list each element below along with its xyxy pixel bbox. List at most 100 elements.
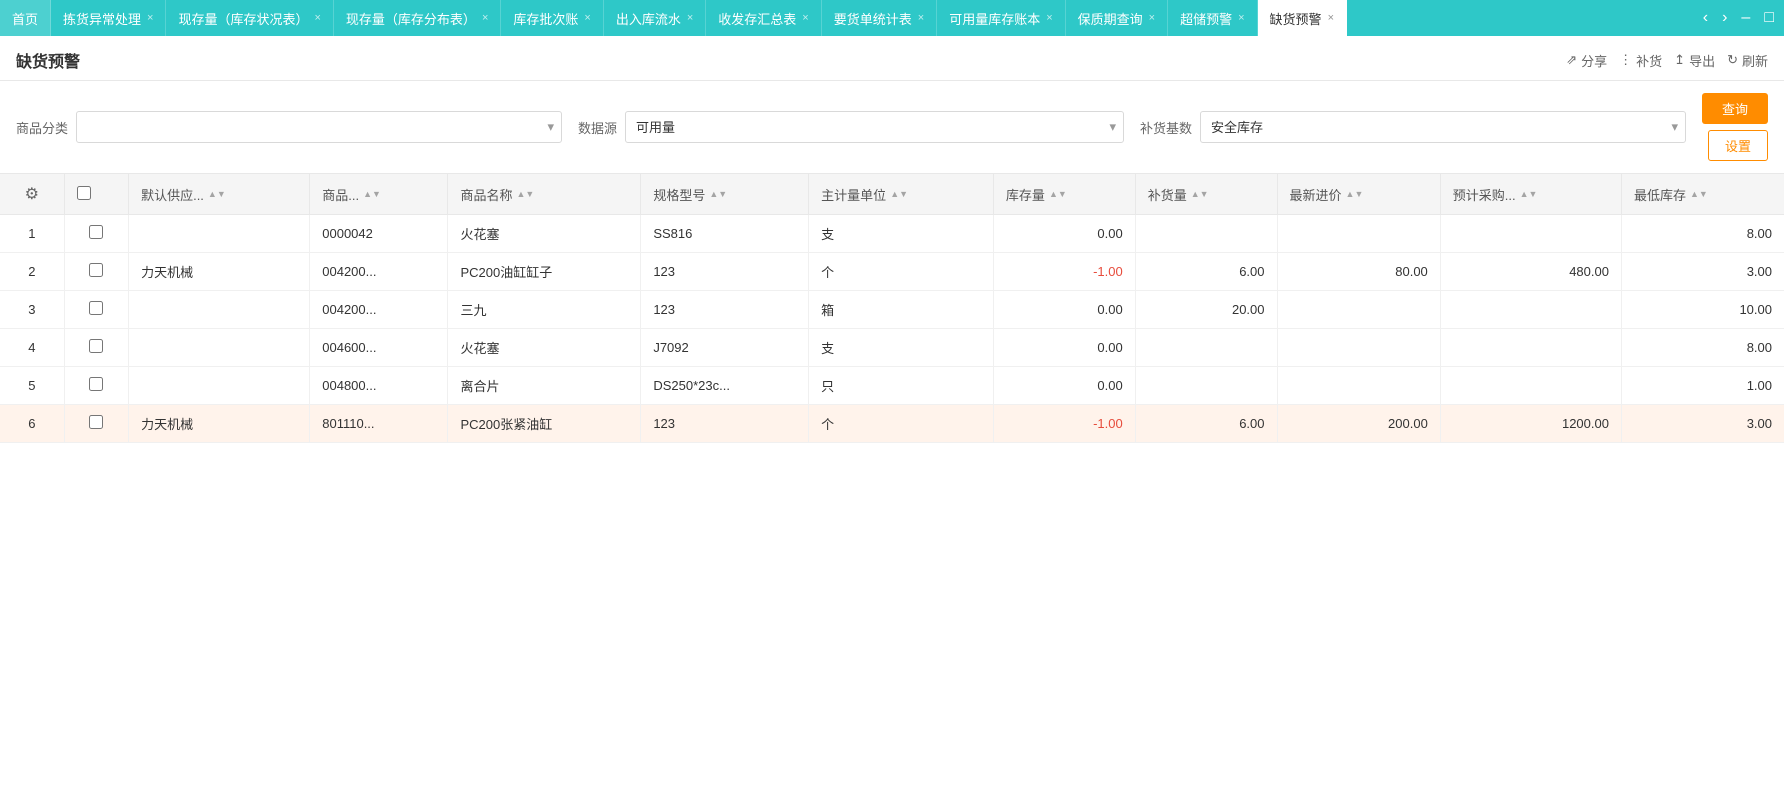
- row-checkbox-6[interactable]: [64, 405, 128, 443]
- th-replenish-qty[interactable]: 补货量 ▲▼: [1135, 174, 1277, 215]
- gear-icon[interactable]: ⚙: [25, 186, 39, 203]
- tab-inventory-status[interactable]: 现存量（库存状况表） ×: [166, 0, 333, 36]
- th-goods-code[interactable]: 商品... ▲▼: [310, 174, 448, 215]
- tab-next-button[interactable]: ›: [1716, 7, 1733, 29]
- tab-prev-button[interactable]: ‹: [1697, 7, 1714, 29]
- row-goods-code-4: 004600...: [310, 329, 448, 367]
- row-goods-code-5: 004800...: [310, 367, 448, 405]
- th-goods-name[interactable]: 商品名称 ▲▼: [448, 174, 641, 215]
- th-spec-label: 规格型号: [653, 185, 705, 204]
- th-est-purchase[interactable]: 预计采购... ▲▼: [1440, 174, 1621, 215]
- th-unit[interactable]: 主计量单位 ▲▼: [809, 174, 994, 215]
- table-row: 4 004600... 火花塞 J7092 支 0.00 8.00: [0, 329, 1784, 367]
- tab-collect[interactable]: 收发存汇总表 ×: [706, 0, 821, 36]
- replenish-base-select[interactable]: 安全库存: [1200, 111, 1686, 143]
- th-latest-price[interactable]: 最新进价 ▲▼: [1277, 174, 1440, 215]
- tab-inventory-dist-label: 现存量（库存分布表）: [346, 9, 476, 28]
- th-est-purchase-label: 预计采购...: [1453, 185, 1516, 204]
- row-select-5[interactable]: [89, 377, 103, 391]
- row-goods-code-1: 0000042: [310, 215, 448, 253]
- tab-overstock-close[interactable]: ×: [1238, 12, 1244, 24]
- tab-flow-close[interactable]: ×: [687, 12, 693, 24]
- tab-nav-buttons: ‹ › ‒ □: [1693, 7, 1784, 29]
- row-select-3[interactable]: [89, 301, 103, 315]
- row-spec-6: 123: [641, 405, 809, 443]
- tab-expiry[interactable]: 保质期查询 ×: [1066, 0, 1168, 36]
- row-select-4[interactable]: [89, 339, 103, 353]
- th-supplier-label: 默认供应...: [141, 185, 204, 204]
- row-spec-2: 123: [641, 253, 809, 291]
- row-goods-name-4: 火花塞: [448, 329, 641, 367]
- row-latest-price-3: [1277, 291, 1440, 329]
- export-button[interactable]: ↥ 导出: [1674, 51, 1715, 70]
- tab-flow[interactable]: 出入库流水 ×: [604, 0, 706, 36]
- row-latest-price-6: 200.00: [1277, 405, 1440, 443]
- row-num-6: 6: [0, 405, 64, 443]
- row-checkbox-3[interactable]: [64, 291, 128, 329]
- tab-overstock[interactable]: 超储预警 ×: [1168, 0, 1257, 36]
- tab-inventory-dist[interactable]: 现存量（库存分布表） ×: [334, 0, 501, 36]
- tab-batch[interactable]: 库存批次账 ×: [501, 0, 603, 36]
- row-select-1[interactable]: [89, 225, 103, 239]
- category-select[interactable]: [76, 111, 562, 143]
- row-unit-5: 只: [809, 367, 994, 405]
- th-replenish-qty-sort: ▲▼: [1191, 189, 1209, 199]
- th-spec[interactable]: 规格型号 ▲▼: [641, 174, 809, 215]
- share-button[interactable]: ⇗ 分享: [1566, 51, 1607, 70]
- row-select-6[interactable]: [89, 415, 103, 429]
- tab-shortage[interactable]: 缺货预警 ×: [1258, 0, 1347, 36]
- row-checkbox-4[interactable]: [64, 329, 128, 367]
- tab-inventory-status-close[interactable]: ×: [314, 12, 320, 24]
- tab-demand-close[interactable]: ×: [918, 12, 924, 24]
- th-stock-sort: ▲▼: [1049, 189, 1067, 199]
- row-stock-4: 0.00: [993, 329, 1135, 367]
- row-checkbox-2[interactable]: [64, 253, 128, 291]
- th-latest-price-label: 最新进价: [1290, 185, 1342, 204]
- tab-expiry-close[interactable]: ×: [1149, 12, 1155, 24]
- tab-available-label: 可用量库存账本: [949, 9, 1040, 28]
- tab-home[interactable]: 首页: [0, 0, 51, 36]
- tab-minimize-button[interactable]: ‒: [1735, 7, 1756, 29]
- tab-batch-close[interactable]: ×: [584, 12, 590, 24]
- category-filter-group: 商品分类 ▾: [16, 111, 562, 143]
- tab-abnormal-label: 拣货异常处理: [63, 9, 141, 28]
- share-label: 分享: [1581, 51, 1607, 70]
- row-checkbox-5[interactable]: [64, 367, 128, 405]
- tab-collect-close[interactable]: ×: [802, 12, 808, 24]
- th-gear[interactable]: ⚙: [0, 174, 64, 215]
- th-stock[interactable]: 库存量 ▲▼: [993, 174, 1135, 215]
- row-supplier-5: [129, 367, 310, 405]
- page-content: 缺货预警 ⇗ 分享 ⋮ 补货 ↥ 导出 ↻ 刷新 商品分类: [0, 36, 1784, 796]
- row-stock-5: 0.00: [993, 367, 1135, 405]
- row-min-stock-4: 8.00: [1621, 329, 1784, 367]
- tab-demand[interactable]: 要货单统计表 ×: [822, 0, 937, 36]
- tab-available[interactable]: 可用量库存账本 ×: [937, 0, 1065, 36]
- tab-shortage-close[interactable]: ×: [1328, 12, 1334, 24]
- th-goods-name-label: 商品名称: [460, 185, 512, 204]
- tab-abnormal[interactable]: 拣货异常处理 ×: [51, 0, 166, 36]
- row-num-2: 2: [0, 253, 64, 291]
- filter-actions: 查询 设置: [1702, 93, 1768, 161]
- row-checkbox-1[interactable]: [64, 215, 128, 253]
- tab-available-close[interactable]: ×: [1046, 12, 1052, 24]
- tab-maximize-button[interactable]: □: [1758, 7, 1780, 29]
- row-min-stock-3: 10.00: [1621, 291, 1784, 329]
- row-min-stock-6: 3.00: [1621, 405, 1784, 443]
- tab-abnormal-close[interactable]: ×: [147, 12, 153, 24]
- row-num-5: 5: [0, 367, 64, 405]
- refresh-button[interactable]: ↻ 刷新: [1727, 51, 1768, 70]
- datasource-select[interactable]: 可用量: [625, 111, 1124, 143]
- row-goods-code-6: 801110...: [310, 405, 448, 443]
- th-supplier[interactable]: 默认供应... ▲▼: [129, 174, 310, 215]
- tab-inventory-dist-close[interactable]: ×: [482, 12, 488, 24]
- replenish-button[interactable]: ⋮ 补货: [1619, 51, 1662, 70]
- query-button[interactable]: 查询: [1702, 93, 1768, 124]
- th-stock-label: 库存量: [1006, 185, 1045, 204]
- row-min-stock-1: 8.00: [1621, 215, 1784, 253]
- th-min-stock[interactable]: 最低库存 ▲▼: [1621, 174, 1784, 215]
- select-all-checkbox[interactable]: [77, 186, 91, 200]
- row-select-2[interactable]: [89, 263, 103, 277]
- tab-shortage-label: 缺货预警: [1270, 9, 1322, 28]
- row-unit-4: 支: [809, 329, 994, 367]
- settings-button[interactable]: 设置: [1708, 130, 1768, 161]
